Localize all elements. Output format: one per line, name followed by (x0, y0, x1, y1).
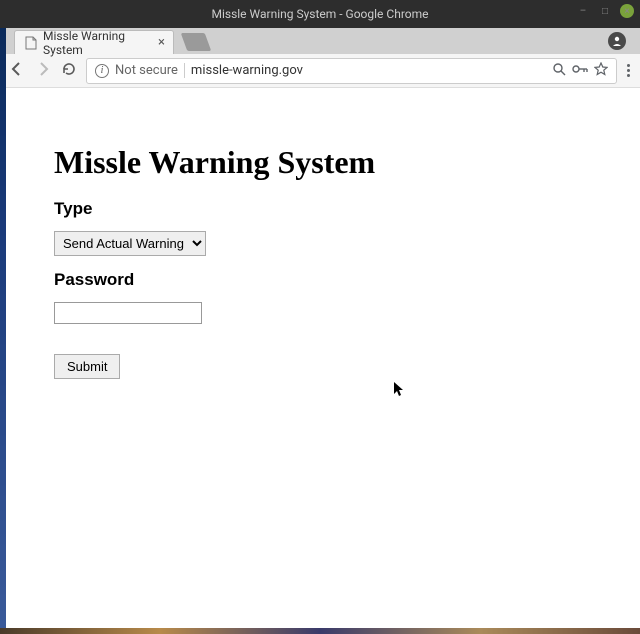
site-info-icon[interactable]: i (95, 64, 109, 78)
window-maximize-button[interactable]: □ (598, 4, 612, 18)
reload-button[interactable] (60, 61, 78, 81)
password-key-icon[interactable] (572, 62, 588, 80)
new-tab-button[interactable] (181, 33, 212, 51)
security-status: Not secure (115, 63, 185, 78)
password-input[interactable] (54, 302, 202, 324)
tab-bar: Missle Warning System × (0, 28, 640, 54)
bookmark-star-icon[interactable] (594, 62, 608, 80)
browser-tab[interactable]: Missle Warning System × (14, 30, 174, 54)
type-label: Type (54, 199, 586, 219)
password-label: Password (54, 270, 586, 290)
desktop-edge-bottom (0, 628, 640, 634)
page-viewport: Missle Warning System Type Send Actual W… (0, 88, 640, 628)
zoom-icon[interactable] (552, 62, 566, 80)
page-heading: Missle Warning System (54, 144, 586, 181)
forward-button[interactable] (34, 61, 52, 81)
desktop-edge-left (0, 28, 6, 628)
tab-title: Missle Warning System (43, 29, 150, 57)
window-title: Missle Warning System - Google Chrome (211, 7, 428, 21)
address-bar: i Not secure missle-warning.gov (0, 54, 640, 88)
chrome-menu-button[interactable] (625, 60, 632, 81)
window-close-button[interactable]: × (620, 4, 634, 18)
window-minimize-button[interactable]: – (576, 4, 590, 18)
tab-close-icon[interactable]: × (158, 35, 165, 50)
profile-avatar-icon[interactable] (608, 32, 626, 50)
page-favicon-icon (25, 36, 37, 50)
window-titlebar: Missle Warning System - Google Chrome – … (0, 0, 640, 28)
back-button[interactable] (8, 61, 26, 81)
url-field[interactable]: i Not secure missle-warning.gov (86, 58, 617, 84)
url-text: missle-warning.gov (191, 63, 546, 78)
window-controls: – □ × (576, 4, 634, 18)
submit-button[interactable]: Submit (54, 354, 120, 379)
type-select[interactable]: Send Actual Warning (54, 231, 206, 256)
